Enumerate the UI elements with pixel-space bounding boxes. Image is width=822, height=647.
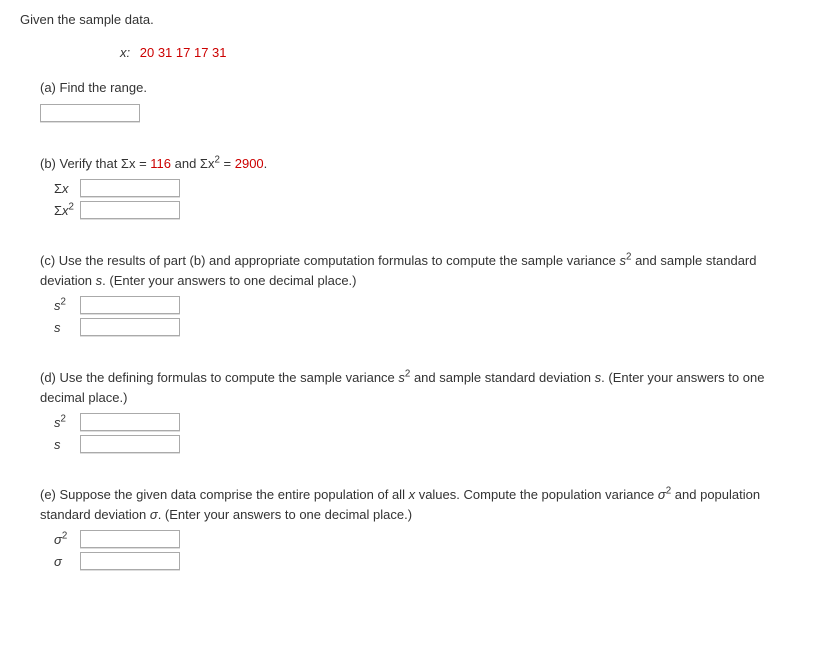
- sup2: 2: [69, 201, 74, 212]
- part-b-row2: Σx2: [54, 201, 802, 219]
- part-b-text: (b) Verify that Σx = 116 and Σx2 = 2900.: [40, 154, 802, 174]
- sigma2e-sym: σ: [54, 532, 62, 547]
- s-label: s: [54, 320, 80, 335]
- sigma-x2-input[interactable]: [80, 201, 180, 219]
- sigma-x-label: Σx: [54, 181, 80, 196]
- s2d-label: s2: [54, 415, 80, 430]
- sigma1: Σ: [54, 181, 62, 196]
- part-b-mid2: =: [220, 156, 235, 171]
- part-d-mid: and sample standard deviation: [410, 370, 594, 385]
- part-c-row1: s2: [54, 296, 802, 314]
- part-a: (a) Find the range.: [40, 78, 802, 122]
- part-d-row2: s: [54, 435, 802, 453]
- part-c-prefix: (c) Use the results of part (b) and appr…: [40, 253, 620, 268]
- part-b-row1: Σx: [54, 179, 802, 197]
- part-b-suffix: .: [264, 156, 268, 171]
- part-a-text: (a) Find the range.: [40, 78, 802, 98]
- intro-text: Given the sample data.: [20, 12, 802, 27]
- sigma2e-input[interactable]: [80, 530, 180, 548]
- range-input[interactable]: [40, 104, 140, 122]
- sigma2e-label: σ2: [54, 532, 80, 547]
- sigma2: Σ: [54, 203, 62, 218]
- part-a-input-row: [40, 104, 802, 122]
- part-e: (e) Suppose the given data comprise the …: [40, 485, 802, 570]
- sigma-x-input[interactable]: [80, 179, 180, 197]
- part-b-val1: 116: [150, 156, 171, 171]
- part-e-row1: σ2: [54, 530, 802, 548]
- part-e-row2: σ: [54, 552, 802, 570]
- part-e-var-sym: σ: [658, 487, 666, 502]
- data-label: x:: [120, 45, 130, 60]
- part-d-text: (d) Use the defining formulas to compute…: [40, 368, 802, 407]
- sigmae-label: σ: [54, 554, 80, 569]
- part-d-row1: s2: [54, 413, 802, 431]
- s-sym: s: [54, 320, 61, 335]
- data-row: x: 20 31 17 17 31: [120, 45, 802, 60]
- part-e-sd-sym: σ: [150, 507, 158, 522]
- sigma2e-sup: 2: [62, 530, 67, 541]
- s2-sup: 2: [61, 296, 66, 307]
- part-b-prefix: (b) Verify that Σx =: [40, 156, 150, 171]
- part-d: (d) Use the defining formulas to compute…: [40, 368, 802, 453]
- part-e-mid1: values. Compute the population variance: [415, 487, 658, 502]
- x1: x: [62, 181, 69, 196]
- sd-sym: s: [54, 437, 61, 452]
- part-d-prefix: (d) Use the defining formulas to compute…: [40, 370, 398, 385]
- s2d-input[interactable]: [80, 413, 180, 431]
- sigmae-sym: σ: [54, 554, 62, 569]
- sigma-x2-label: Σx2: [54, 203, 80, 218]
- part-b: (b) Verify that Σx = 116 and Σx2 = 2900.…: [40, 154, 802, 220]
- part-b-mid: and Σx: [171, 156, 214, 171]
- s2-label: s2: [54, 298, 80, 313]
- part-c: (c) Use the results of part (b) and appr…: [40, 251, 802, 336]
- part-e-prefix: (e) Suppose the given data comprise the …: [40, 487, 409, 502]
- part-c-row2: s: [54, 318, 802, 336]
- part-e-suffix: . (Enter your answers to one decimal pla…: [158, 507, 412, 522]
- part-c-text: (c) Use the results of part (b) and appr…: [40, 251, 802, 290]
- s2d-sup: 2: [61, 413, 66, 424]
- s2-input[interactable]: [80, 296, 180, 314]
- s-input[interactable]: [80, 318, 180, 336]
- data-values: 20 31 17 17 31: [140, 45, 227, 60]
- part-b-val2: 2900: [235, 156, 264, 171]
- sd-label: s: [54, 437, 80, 452]
- sd-input[interactable]: [80, 435, 180, 453]
- part-e-text: (e) Suppose the given data comprise the …: [40, 485, 802, 524]
- sigmae-input[interactable]: [80, 552, 180, 570]
- part-c-suffix: . (Enter your answers to one decimal pla…: [102, 273, 356, 288]
